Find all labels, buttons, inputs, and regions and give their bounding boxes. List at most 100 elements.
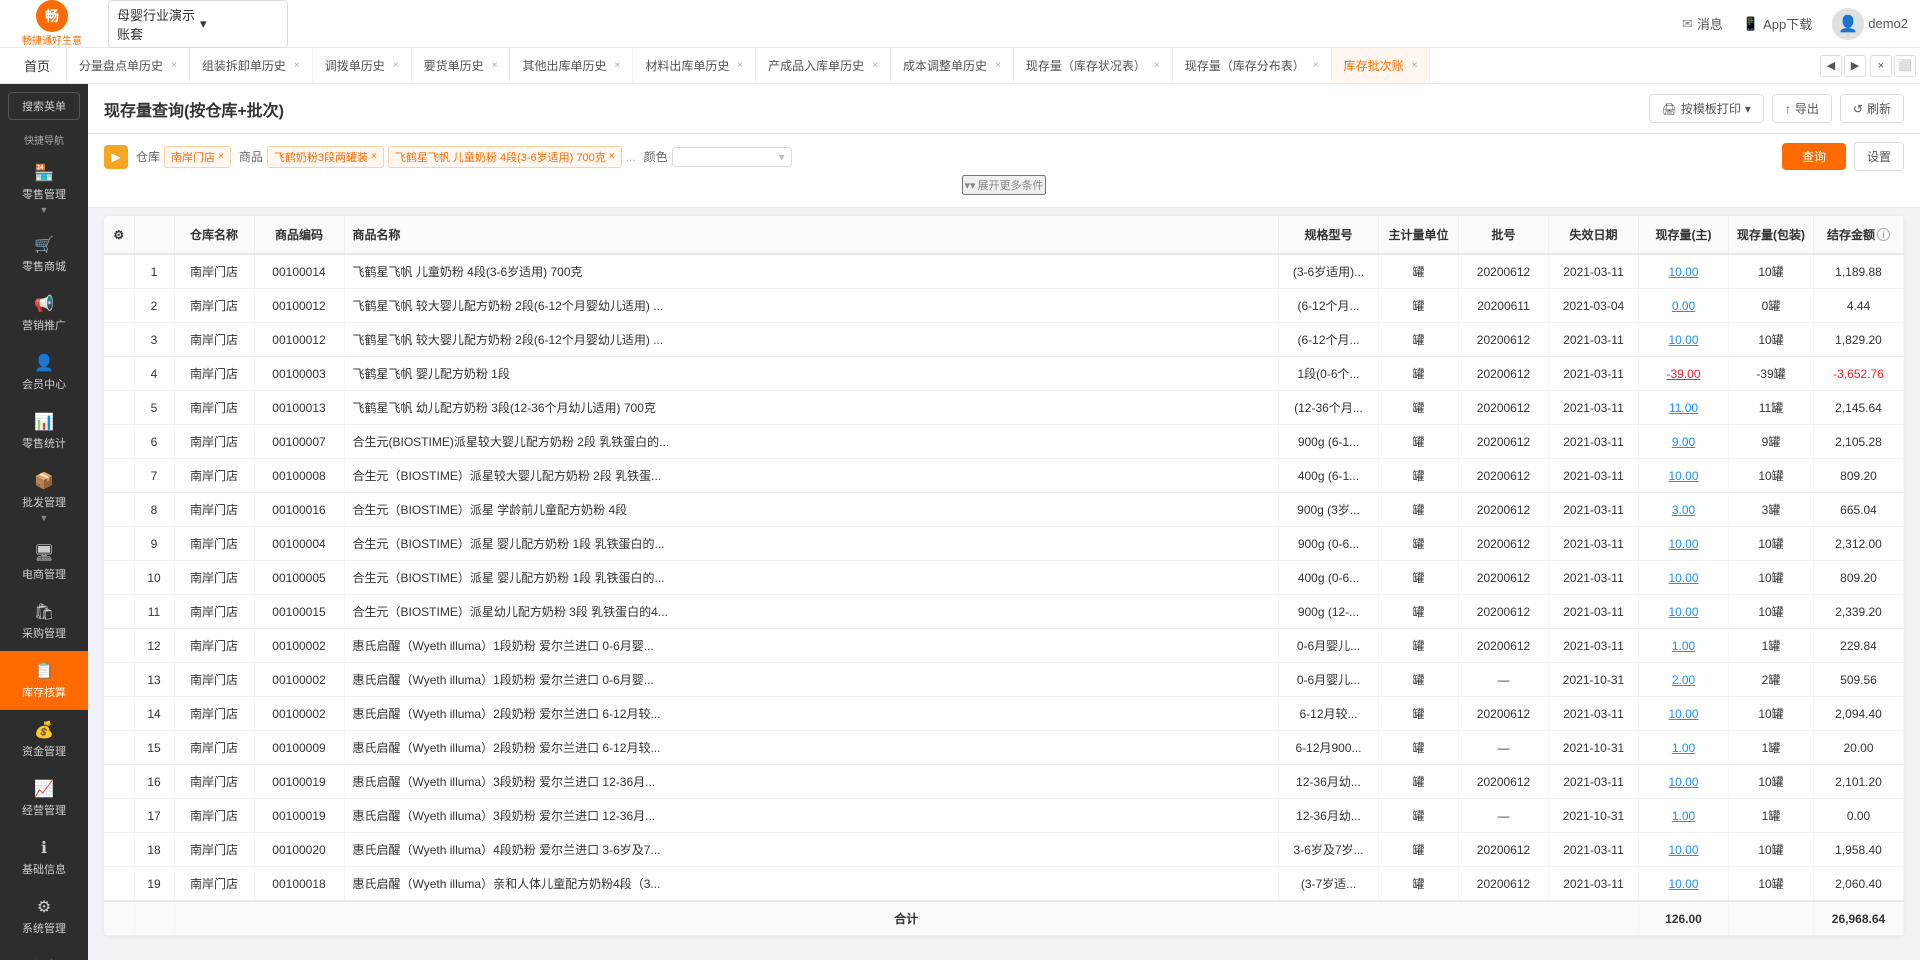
product-tag-close-1[interactable]: × [609, 151, 615, 162]
cell-qty-main-0[interactable]: 10.00 [1639, 254, 1729, 289]
user-area[interactable]: 👤 demo2 [1832, 8, 1908, 40]
warehouse-tag-0[interactable]: 南岸门店 × [164, 146, 231, 168]
cell-qty-main-17[interactable]: 10.00 [1639, 833, 1729, 867]
close-tab-stock-status[interactable]: × [1154, 60, 1160, 71]
sidebar-item-finance[interactable]: 💰 资金管理 [0, 710, 88, 769]
cell-qty-main-9[interactable]: 10.00 [1639, 561, 1729, 595]
table-row: 13 南岸门店 00100002 惠氏启醒（Wyeth illuma）1段奶粉 … [104, 663, 1904, 697]
close-tab-split-disc[interactable]: × [171, 60, 177, 71]
close-tab-request[interactable]: × [492, 60, 498, 71]
cell-settings-7 [104, 493, 134, 527]
sidebar-item-basic[interactable]: ℹ 基础信息 [0, 828, 88, 887]
close-tab-batch-account[interactable]: × [1412, 60, 1418, 71]
cell-qty-main-12[interactable]: 2.00 [1639, 663, 1729, 697]
sidebar-item-system[interactable]: ⚙ 系统管理 [0, 887, 88, 946]
cell-unit-9: 罐 [1379, 561, 1459, 595]
refresh-button[interactable]: ↺ 刷新 [1840, 94, 1904, 123]
close-tab-mix[interactable]: × [393, 60, 399, 71]
cell-qty-main-8[interactable]: 10.00 [1639, 527, 1729, 561]
tab-other-out-history[interactable]: 其他出库单历史 × [510, 48, 633, 84]
tab-current-stock-dist[interactable]: 现存量（库存分布表） × [1173, 48, 1332, 84]
warehouse-tag-close-0[interactable]: × [218, 151, 224, 162]
nav-maximize[interactable]: ⬜ [1894, 55, 1916, 77]
sidebar-item-retail-shop[interactable]: 🛒 零售商城 [0, 225, 88, 284]
tab-selector[interactable]: 母婴行业演示账套 ▾ [108, 0, 288, 48]
tab-batch-account[interactable]: 库存批次账 × [1332, 48, 1431, 84]
sidebar-item-marketing[interactable]: 📢 营销推广 [0, 284, 88, 343]
cell-qty-main-11[interactable]: 1.00 [1639, 629, 1729, 663]
cell-qty-main-16[interactable]: 1.00 [1639, 799, 1729, 833]
sidebar-search-button[interactable]: 搜索英单 [8, 92, 80, 120]
expand-more-button[interactable]: ▾▾ 展开更多条件 [962, 175, 1045, 195]
export-button[interactable]: ↑ 导出 [1772, 94, 1832, 123]
close-tab-material-out[interactable]: × [737, 60, 743, 71]
product-tag-close-0[interactable]: × [371, 151, 377, 162]
nav-prev-arrow[interactable]: ◀ [1820, 55, 1842, 77]
th-settings[interactable]: ⚙ [104, 216, 134, 254]
filter-setting-button[interactable]: 设置 [1854, 142, 1904, 171]
cell-qty-main-6[interactable]: 10.00 [1639, 459, 1729, 493]
product-filter-dots[interactable]: ... [626, 150, 636, 164]
product-tag-0[interactable]: 飞鹤奶粉3段两罐装 × [267, 146, 384, 168]
close-tab-other-out[interactable]: × [614, 60, 620, 71]
close-tab-stock-dist[interactable]: × [1313, 60, 1319, 71]
cell-qty-main-15[interactable]: 10.00 [1639, 765, 1729, 799]
table-container[interactable]: ⚙ 仓库名称 商品编码 商品名称 规格型号 主计量单位 批号 失效日期 现存量(… [88, 208, 1920, 960]
cell-qty-main-14[interactable]: 1.00 [1639, 731, 1729, 765]
sidebar-item-inventory[interactable]: 📋 库存核算 [0, 651, 88, 710]
cell-batch-3: 20200612 [1459, 357, 1549, 391]
close-tab-disassemble[interactable]: × [294, 60, 300, 71]
cell-qty-main-3[interactable]: -39.00 [1639, 357, 1729, 391]
tab-product-in-history[interactable]: 产成品入库单历史 × [756, 48, 891, 84]
cell-qty-main-13[interactable]: 10.00 [1639, 697, 1729, 731]
close-tab-cost-adjust[interactable]: × [995, 60, 1001, 71]
th-spec: 规格型号 [1279, 216, 1379, 254]
logo-icon: 畅 [36, 0, 68, 32]
cell-qty-main-10[interactable]: 10.00 [1639, 595, 1729, 629]
tab-split-disc-history[interactable]: 分量盘点单历史 × [67, 48, 190, 84]
cell-qty-main-18[interactable]: 10.00 [1639, 867, 1729, 902]
sidebar-item-purchase[interactable]: 🛍 采购管理 [0, 592, 88, 651]
cell-warehouse-16: 南岸门店 [174, 799, 254, 833]
tab-request-history[interactable]: 要货单历史 × [412, 48, 511, 84]
cell-name-18: 惠氏启醒（Wyeth illuma）亲和人体儿童配方奶粉4段（3... [344, 867, 1279, 902]
nav-close-all[interactable]: × [1870, 55, 1892, 77]
cell-qty-main-4[interactable]: 11.00 [1639, 391, 1729, 425]
cell-qty-pkg-1: 0罐 [1729, 289, 1814, 323]
cell-warehouse-12: 南岸门店 [174, 663, 254, 697]
product-tag-1[interactable]: 飞鹤星飞帆 儿童奶粉 4段(3-6岁适用) 700克 × [388, 146, 622, 168]
cell-qty-main-7[interactable]: 3.00 [1639, 493, 1729, 527]
cell-qty-main-2[interactable]: 10.00 [1639, 323, 1729, 357]
cell-settings-12 [104, 663, 134, 697]
app-download-action[interactable]: 📱 App下载 [1743, 14, 1812, 33]
sidebar-item-wholesale[interactable]: 📦 批发管理 ▼ [0, 461, 88, 533]
sidebar-item-enterprise[interactable]: 🤝 企业协同 [0, 946, 88, 960]
tab-disassemble-history[interactable]: 组装拆卸单历史 × [190, 48, 313, 84]
tab-current-stock-status[interactable]: 现存量（库存状况表） × [1014, 48, 1173, 84]
cell-settings-17 [104, 833, 134, 867]
message-action[interactable]: ✉ 消息 [1682, 14, 1723, 33]
tab-mix-history[interactable]: 调拨单历史 × [313, 48, 412, 84]
tab-home[interactable]: 首页 [8, 48, 67, 84]
nav-next-arrow[interactable]: ▶ [1844, 55, 1866, 77]
warehouse-filter-tags: 南岸门店 × [164, 146, 231, 168]
search-button[interactable]: 查询 [1782, 143, 1846, 170]
close-tab-product-in[interactable]: × [872, 60, 878, 71]
filter-expand-button[interactable]: ▶ [104, 145, 128, 169]
cell-qty-main-5[interactable]: 9.00 [1639, 425, 1729, 459]
tab-material-out-history[interactable]: 材料出库单历史 × [633, 48, 756, 84]
stats-icon: 📊 [34, 412, 54, 432]
cell-batch-5: 20200612 [1459, 425, 1549, 459]
cell-qty-main-1[interactable]: 0.00 [1639, 289, 1729, 323]
template-print-button[interactable]: 🖨 按模板打印 ▾ [1649, 94, 1764, 123]
sidebar-item-ecommerce[interactable]: 🖥 电商管理 [0, 533, 88, 592]
sidebar-item-member[interactable]: 👤 会员中心 [0, 343, 88, 402]
tab-cost-adjust-history[interactable]: 成本调整单历史 × [891, 48, 1014, 84]
settings-gear-icon[interactable]: ⚙ [113, 228, 124, 242]
sidebar-item-stats[interactable]: 📊 零售统计 [0, 402, 88, 461]
balance-info-icon[interactable]: i [1877, 228, 1890, 241]
sidebar-item-retail[interactable]: 🏪 零售管理 ▼ [0, 153, 88, 225]
sidebar-item-operations[interactable]: 📈 经营管理 [0, 769, 88, 828]
color-filter-input-area[interactable]: ▾ [672, 147, 792, 167]
cell-qty-pkg-0: 10罐 [1729, 254, 1814, 289]
